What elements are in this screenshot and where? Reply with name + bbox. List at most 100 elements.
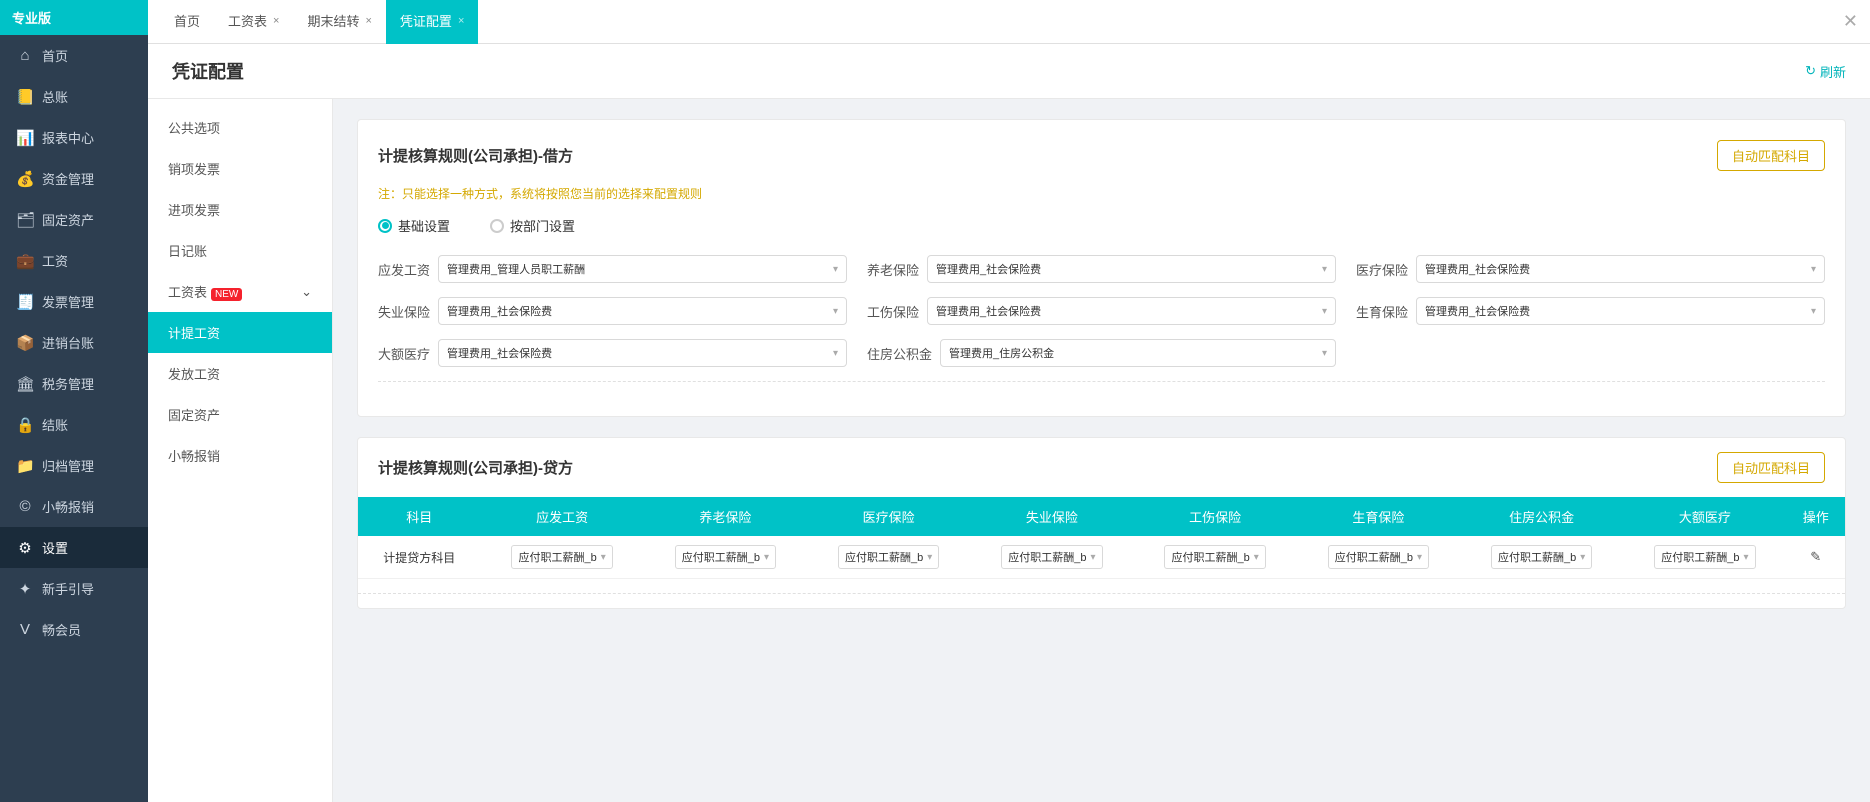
sidebar-icon-guide: ✦ — [16, 580, 34, 598]
form-select-payable[interactable]: 管理费用_管理人员职工薪酬 ▾ — [438, 255, 847, 283]
sidebar-icon-tax: 🏛 — [16, 375, 34, 393]
form-row-payable: 应发工资 管理费用_管理人员职工薪酬 ▾ — [378, 255, 847, 283]
tab-close-voucher-config[interactable]: × — [458, 15, 464, 27]
tab-voucher-config[interactable]: 凭证配置× — [386, 0, 478, 44]
sidebar-item-assets[interactable]: 🗂固定资产 — [0, 199, 148, 240]
cell-select-0-5[interactable]: 应付职工薪酬_b▾ — [1328, 545, 1429, 569]
sidebar-item-report[interactable]: 📊报表中心 — [0, 117, 148, 158]
left-nav-purchase-invoice[interactable]: 进项发票 — [148, 189, 332, 230]
debit-auto-match-button[interactable]: 自动匹配科目 — [1717, 140, 1825, 171]
sidebar-item-tax[interactable]: 🏛税务管理 — [0, 363, 148, 404]
cell-select-0-0[interactable]: 应付职工薪酬_b▾ — [511, 545, 612, 569]
right-content: 计提核算规则(公司承担)-借方 自动匹配科目 注：只能选择一种方式，系统将按照您… — [333, 99, 1870, 802]
left-nav-label-calc-salary: 计提工资 — [168, 323, 220, 342]
sidebar-icon-xiao: © — [16, 498, 34, 515]
sidebar-icon-report: 📊 — [16, 129, 34, 147]
radio-basic[interactable]: 基础设置 — [378, 216, 450, 235]
form-select-housing-fund[interactable]: 管理费用_住房公积金 ▾ — [940, 339, 1336, 367]
cell-value-0-1[interactable]: 应付职工薪酬_b▾ — [644, 536, 807, 579]
sidebar-item-invoice[interactable]: 🧾发票管理 — [0, 281, 148, 322]
cell-value-0-7[interactable]: 应付职工薪酬_b▾ — [1623, 536, 1786, 579]
sidebar-item-salary[interactable]: 💼工资 — [0, 240, 148, 281]
form-label-payable: 应发工资 — [378, 260, 430, 279]
sidebar-icon-assets: 🗂 — [16, 211, 34, 229]
cell-value-0-0[interactable]: 应付职工薪酬_b▾ — [481, 536, 644, 579]
form-select-value-unemployment: 管理费用_社会保险费 — [447, 303, 552, 319]
credit-auto-match-button[interactable]: 自动匹配科目 — [1717, 452, 1825, 483]
form-label-medical: 医疗保险 — [1356, 260, 1408, 279]
cell-value-0-3[interactable]: 应付职工薪酬_b▾ — [970, 536, 1133, 579]
cell-value-0-6[interactable]: 应付职工薪酬_b▾ — [1460, 536, 1623, 579]
debit-section: 计提核算规则(公司承担)-借方 自动匹配科目 注：只能选择一种方式，系统将按照您… — [357, 119, 1846, 417]
cell-value-0-4[interactable]: 应付职工薪酬_b▾ — [1134, 536, 1297, 579]
cell-select-0-6[interactable]: 应付职工薪酬_b▾ — [1491, 545, 1592, 569]
form-select-injury[interactable]: 管理费用_社会保险费 ▾ — [927, 297, 1336, 325]
left-nav-journal[interactable]: 日记账 — [148, 230, 332, 271]
form-select-unemployment[interactable]: 管理费用_社会保险费 ▾ — [438, 297, 847, 325]
form-row-medical: 医疗保险 管理费用_社会保险费 ▾ — [1356, 255, 1825, 283]
form-select-major-medical[interactable]: 管理费用_社会保险费 ▾ — [438, 339, 847, 367]
sidebar-item-xiao[interactable]: ©小畅报销 — [0, 486, 148, 527]
sidebar-item-home[interactable]: ⌂首页 — [0, 35, 148, 76]
left-nav-salary-table[interactable]: 工资表NEW⌄ — [148, 271, 332, 312]
chevron-down-icon-pension: ▾ — [1322, 264, 1327, 275]
form-label-major-medical: 大额医疗 — [378, 344, 430, 363]
cell-select-0-4[interactable]: 应付职工薪酬_b▾ — [1164, 545, 1265, 569]
form-select-value-housing-fund: 管理费用_住房公积金 — [949, 345, 1054, 361]
debit-section-header: 计提核算规则(公司承担)-借方 自动匹配科目 — [378, 140, 1825, 171]
sidebar-item-inventory[interactable]: 📦进销台账 — [0, 322, 148, 363]
chevron-icon: ▾ — [1090, 552, 1095, 563]
tab-home[interactable]: 首页 — [160, 0, 214, 44]
left-nav-sales-invoice[interactable]: 销项发票 — [148, 148, 332, 189]
col-header-医疗保险: 医疗保险 — [807, 497, 970, 536]
left-nav-calc-salary[interactable]: 计提工资 — [148, 312, 332, 353]
radio-dept-circle — [490, 219, 504, 233]
chevron-icon: ▾ — [764, 552, 769, 563]
sidebar-label-funds: 资金管理 — [42, 169, 94, 188]
left-nav-fixed-assets[interactable]: 固定资产 — [148, 394, 332, 435]
sidebar-item-archive[interactable]: 📁归档管理 — [0, 445, 148, 486]
radio-dept[interactable]: 按部门设置 — [490, 216, 575, 235]
chevron-icon: ▾ — [1743, 552, 1748, 563]
sidebar-icon-invoice: 🧾 — [16, 293, 34, 311]
sidebar-item-ledger[interactable]: 📒总账 — [0, 76, 148, 117]
sidebar-item-settings[interactable]: ⚙设置 — [0, 527, 148, 568]
chevron-icon: ▾ — [601, 552, 606, 563]
sidebar-item-close[interactable]: 🔒结账 — [0, 404, 148, 445]
chevron-down-icon-major-medical: ▾ — [833, 348, 838, 359]
tab-salary-table[interactable]: 工资表 × — [214, 0, 293, 44]
form-select-maternity[interactable]: 管理费用_社会保险费 ▾ — [1416, 297, 1825, 325]
tab-label-salary-table: 工资表 — [228, 11, 267, 30]
tab-period-close[interactable]: 期末结转× — [293, 0, 385, 44]
debit-form-grid: 应发工资 管理费用_管理人员职工薪酬 ▾ 养老保险 管理费用_社会保险费 ▾ 医… — [378, 255, 1825, 367]
cell-value-0-2[interactable]: 应付职工薪酬_b▾ — [807, 536, 970, 579]
sidebar-icon-funds: 💰 — [16, 170, 34, 188]
sidebar-item-funds[interactable]: 💰 资金管理 — [0, 158, 148, 199]
form-select-medical[interactable]: 管理费用_社会保险费 ▾ — [1416, 255, 1825, 283]
credit-table: 科目应发工资养老保险医疗保险失业保险工伤保险生育保险住房公积金大额医疗操作 计提… — [358, 497, 1845, 579]
tab-close-salary-table[interactable]: × — [273, 15, 279, 27]
left-nav-public[interactable]: 公共选项 — [148, 107, 332, 148]
col-header-工伤保险: 工伤保险 — [1134, 497, 1297, 536]
left-nav-pay-salary[interactable]: 发放工资 — [148, 353, 332, 394]
refresh-button[interactable]: ↻ 刷新 — [1805, 62, 1846, 81]
cell-select-0-7[interactable]: 应付职工薪酬_b▾ — [1654, 545, 1755, 569]
left-nav-xiaochang[interactable]: 小畅报销 — [148, 435, 332, 476]
close-window-icon[interactable]: ✕ — [1843, 11, 1858, 32]
col-header-失业保险: 失业保险 — [970, 497, 1133, 536]
cell-select-0-2[interactable]: 应付职工薪酬_b▾ — [838, 545, 939, 569]
sidebar-icon-archive: 📁 — [16, 457, 34, 475]
form-label-pension: 养老保险 — [867, 260, 919, 279]
sidebar-item-guide[interactable]: ✦新手引导 — [0, 568, 148, 609]
tab-close-period-close[interactable]: × — [365, 15, 371, 27]
cell-value-0-5[interactable]: 应付职工薪酬_b▾ — [1297, 536, 1460, 579]
left-nav-label-sales-invoice: 销项发票 — [168, 159, 220, 178]
sidebar-icon-vip: V — [16, 621, 34, 638]
edit-icon-0[interactable]: ✎ — [1810, 549, 1821, 564]
cell-select-0-1[interactable]: 应付职工薪酬_b▾ — [675, 545, 776, 569]
sidebar-item-vip[interactable]: V畅会员 — [0, 609, 148, 650]
cell-select-0-3[interactable]: 应付职工薪酬_b▾ — [1001, 545, 1102, 569]
sidebar-icon-home: ⌂ — [16, 47, 34, 64]
cell-action-0[interactable]: ✎ — [1787, 536, 1846, 579]
form-select-pension[interactable]: 管理费用_社会保险费 ▾ — [927, 255, 1336, 283]
